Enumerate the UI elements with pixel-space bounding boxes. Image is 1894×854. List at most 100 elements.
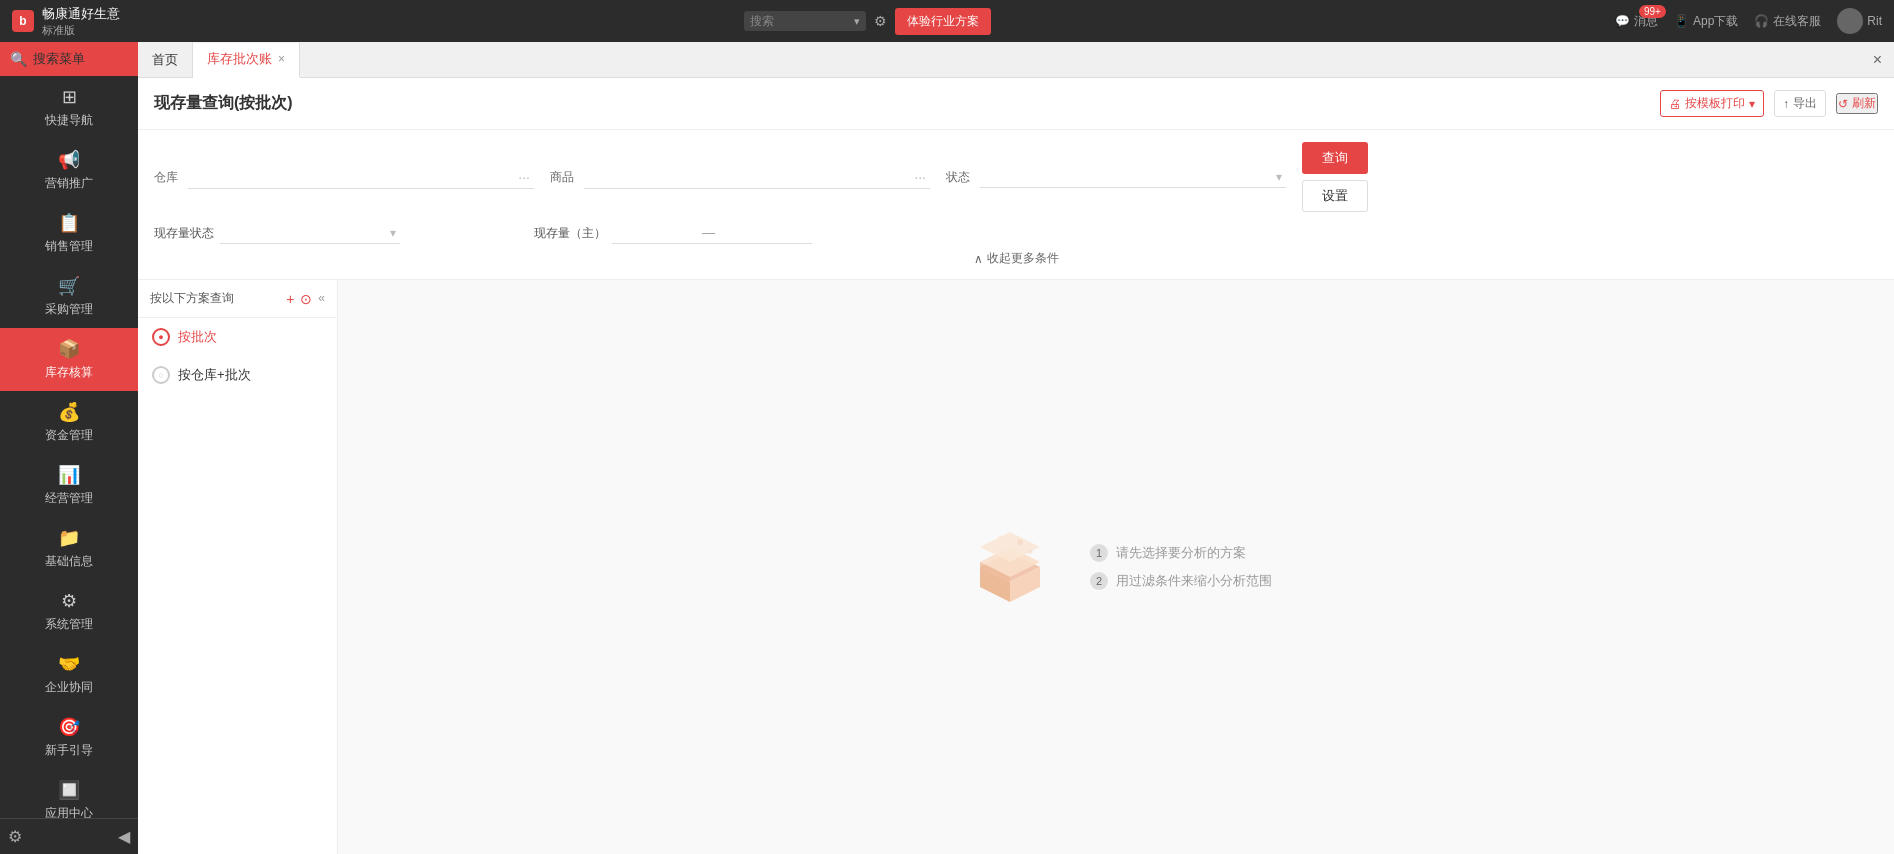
- topbar-search-dropdown-icon[interactable]: ▾: [854, 15, 860, 28]
- topbar-gear-icon[interactable]: ⚙: [874, 13, 887, 29]
- sidebar-collapse-icon[interactable]: ◀: [118, 827, 130, 846]
- sidebar-item-apps[interactable]: 🔲 应用中心: [0, 769, 138, 818]
- apps-icon: 🔲: [58, 779, 80, 801]
- inv-qty-to-input[interactable]: [721, 226, 801, 240]
- user-name: Rit: [1867, 14, 1882, 28]
- sales-icon: 📋: [58, 212, 80, 234]
- sidebar-search-btn[interactable]: 🔍 搜索菜单: [0, 42, 138, 76]
- print-label: 按模板打印: [1685, 95, 1745, 112]
- system-icon: ⚙: [61, 590, 77, 612]
- sidebar-item-system[interactable]: ⚙ 系统管理: [0, 580, 138, 643]
- sidebar-item-label: 销售管理: [45, 238, 93, 255]
- topbar-search-wrap[interactable]: ▾: [744, 11, 866, 31]
- scheme-active-icon: ●: [152, 328, 170, 346]
- collapse-btn[interactable]: ∧ 收起更多条件: [154, 250, 1878, 267]
- app-download-btn[interactable]: 📱 App下载: [1674, 13, 1738, 30]
- scheme-item-by-warehouse-batch[interactable]: ○ 按仓库+批次: [138, 356, 337, 394]
- scheme-panel-title: 按以下方案查询: [150, 290, 234, 307]
- shortcut-icon: ⊞: [62, 86, 77, 108]
- warehouse-input[interactable]: [192, 170, 518, 184]
- app-logo: b: [12, 10, 34, 32]
- sidebar-nav: ⊞ 快捷导航 📢 营销推广 📋 销售管理 🛒 采购管理 📦 库存核算 💰: [0, 76, 138, 818]
- user-menu-btn[interactable]: Rit: [1837, 8, 1882, 34]
- sidebar-item-marketing[interactable]: 📢 营销推广: [0, 139, 138, 202]
- scheme-panel-collapse-btn[interactable]: «: [318, 291, 325, 307]
- app-icon: 📱: [1674, 14, 1689, 28]
- purchase-icon: 🛒: [58, 275, 80, 297]
- page-header-actions: 🖨 按模板打印 ▾ ↑ 导出 ↺ 刷新: [1660, 90, 1878, 117]
- sidebar-item-basics[interactable]: 📁 基础信息: [0, 517, 138, 580]
- sidebar-item-label: 库存核算: [45, 364, 93, 381]
- scheme-add-btn[interactable]: +: [286, 291, 294, 307]
- sidebar-settings-icon[interactable]: ⚙: [8, 827, 22, 846]
- guide-icon: 🎯: [58, 716, 80, 738]
- app-subtitle: 标准版: [42, 23, 120, 38]
- operations-icon: 📊: [58, 464, 80, 486]
- topbar-title-wrap: 畅康通好生意 标准版: [42, 5, 120, 38]
- sidebar-item-label: 系统管理: [45, 616, 93, 633]
- message-icon: 💬: [1615, 14, 1630, 28]
- message-badge: 99+: [1639, 5, 1666, 18]
- inv-qty-from-input[interactable]: [616, 226, 696, 240]
- refresh-label: 刷新: [1852, 95, 1876, 112]
- tip2-number: 2: [1090, 572, 1108, 590]
- status-select[interactable]: [984, 170, 1276, 184]
- empty-illustration: [960, 517, 1060, 617]
- sidebar-item-inventory[interactable]: 📦 库存核算: [0, 328, 138, 391]
- inv-status-select[interactable]: [224, 226, 390, 240]
- tab-inventory-batch[interactable]: 库存批次账 ×: [193, 43, 300, 78]
- export-btn[interactable]: ↑ 导出: [1774, 90, 1826, 117]
- topbar: b 畅康通好生意 标准版 ▾ ⚙ 体验行业方案 💬 消息 99+ 📱 App下载…: [0, 0, 1894, 42]
- sidebar-item-label: 快捷导航: [45, 112, 93, 129]
- online-service-btn[interactable]: 🎧 在线客服: [1754, 13, 1821, 30]
- tab-close-btn[interactable]: ×: [278, 52, 285, 66]
- sidebar-item-label: 经营管理: [45, 490, 93, 507]
- scheme-panel-header: 按以下方案查询 + ⊙ «: [138, 280, 337, 318]
- filter-panel: 仓库 ··· 商品 ··· 状态: [138, 130, 1894, 280]
- sidebar-bottom: ⚙ ◀: [0, 818, 138, 854]
- print-btn[interactable]: 🖨 按模板打印 ▾: [1660, 90, 1764, 117]
- industry-btn[interactable]: 体验行业方案: [895, 8, 991, 35]
- app-label: App下载: [1693, 13, 1738, 30]
- print-icon: 🖨: [1669, 97, 1681, 111]
- sidebar-item-shortcut[interactable]: ⊞ 快捷导航: [0, 76, 138, 139]
- collapse-icon: ∧: [974, 252, 983, 266]
- goods-input[interactable]: [588, 170, 914, 184]
- sidebar-item-enterprise[interactable]: 🤝 企业协同: [0, 643, 138, 706]
- tab-home[interactable]: 首页: [138, 42, 193, 77]
- scheme-settings-btn[interactable]: ⊙: [300, 291, 312, 307]
- scheme-by-warehouse-batch-label: 按仓库+批次: [178, 366, 251, 384]
- inv-status-caret: ▾: [390, 226, 396, 240]
- user-avatar: [1837, 8, 1863, 34]
- warehouse-dots-icon[interactable]: ···: [518, 169, 530, 185]
- scheme-panel-actions: + ⊙ «: [286, 291, 325, 307]
- query-btn[interactable]: 查询: [1302, 142, 1368, 174]
- scheme-item-by-batch[interactable]: ● 按批次: [138, 318, 337, 356]
- sidebar-item-label: 新手引导: [45, 742, 93, 759]
- goods-dots-icon[interactable]: ···: [914, 169, 926, 185]
- messages-btn[interactable]: 💬 消息 99+: [1615, 13, 1658, 30]
- sidebar-item-label: 采购管理: [45, 301, 93, 318]
- sidebar-item-sales[interactable]: 📋 销售管理: [0, 202, 138, 265]
- svg-point-6: [1017, 539, 1023, 545]
- topbar-search-input[interactable]: [750, 14, 850, 28]
- scheme-inactive-icon: ○: [152, 366, 170, 384]
- topbar-right: 💬 消息 99+ 📱 App下载 🎧 在线客服 Rit: [1615, 8, 1882, 34]
- sidebar-item-guide[interactable]: 🎯 新手引导: [0, 706, 138, 769]
- sidebar-item-finance[interactable]: 💰 资金管理: [0, 391, 138, 454]
- sidebar: 🔍 搜索菜单 ⊞ 快捷导航 📢 营销推广 📋 销售管理 🛒 采购管理 📦: [0, 42, 138, 854]
- page-title: 现存量查询(按批次): [154, 93, 293, 114]
- settings-btn[interactable]: 设置: [1302, 180, 1368, 212]
- status-label: 状态: [946, 169, 974, 186]
- sidebar-item-operations[interactable]: 📊 经营管理: [0, 454, 138, 517]
- tab-bar-close-btn[interactable]: ×: [1861, 51, 1894, 69]
- svg-point-7: [1028, 550, 1032, 554]
- refresh-btn[interactable]: ↺ 刷新: [1836, 93, 1878, 114]
- sidebar-item-purchase[interactable]: 🛒 采购管理: [0, 265, 138, 328]
- tab-home-label: 首页: [152, 51, 178, 69]
- print-dropdown-icon[interactable]: ▾: [1749, 97, 1755, 111]
- finance-icon: 💰: [58, 401, 80, 423]
- content-area: 首页 库存批次账 × × 现存量查询(按批次) 🖨 按模板打印 ▾ ↑ 导出: [138, 42, 1894, 854]
- sidebar-item-label: 应用中心: [45, 805, 93, 818]
- page-header: 现存量查询(按批次) 🖨 按模板打印 ▾ ↑ 导出 ↺ 刷新: [138, 78, 1894, 130]
